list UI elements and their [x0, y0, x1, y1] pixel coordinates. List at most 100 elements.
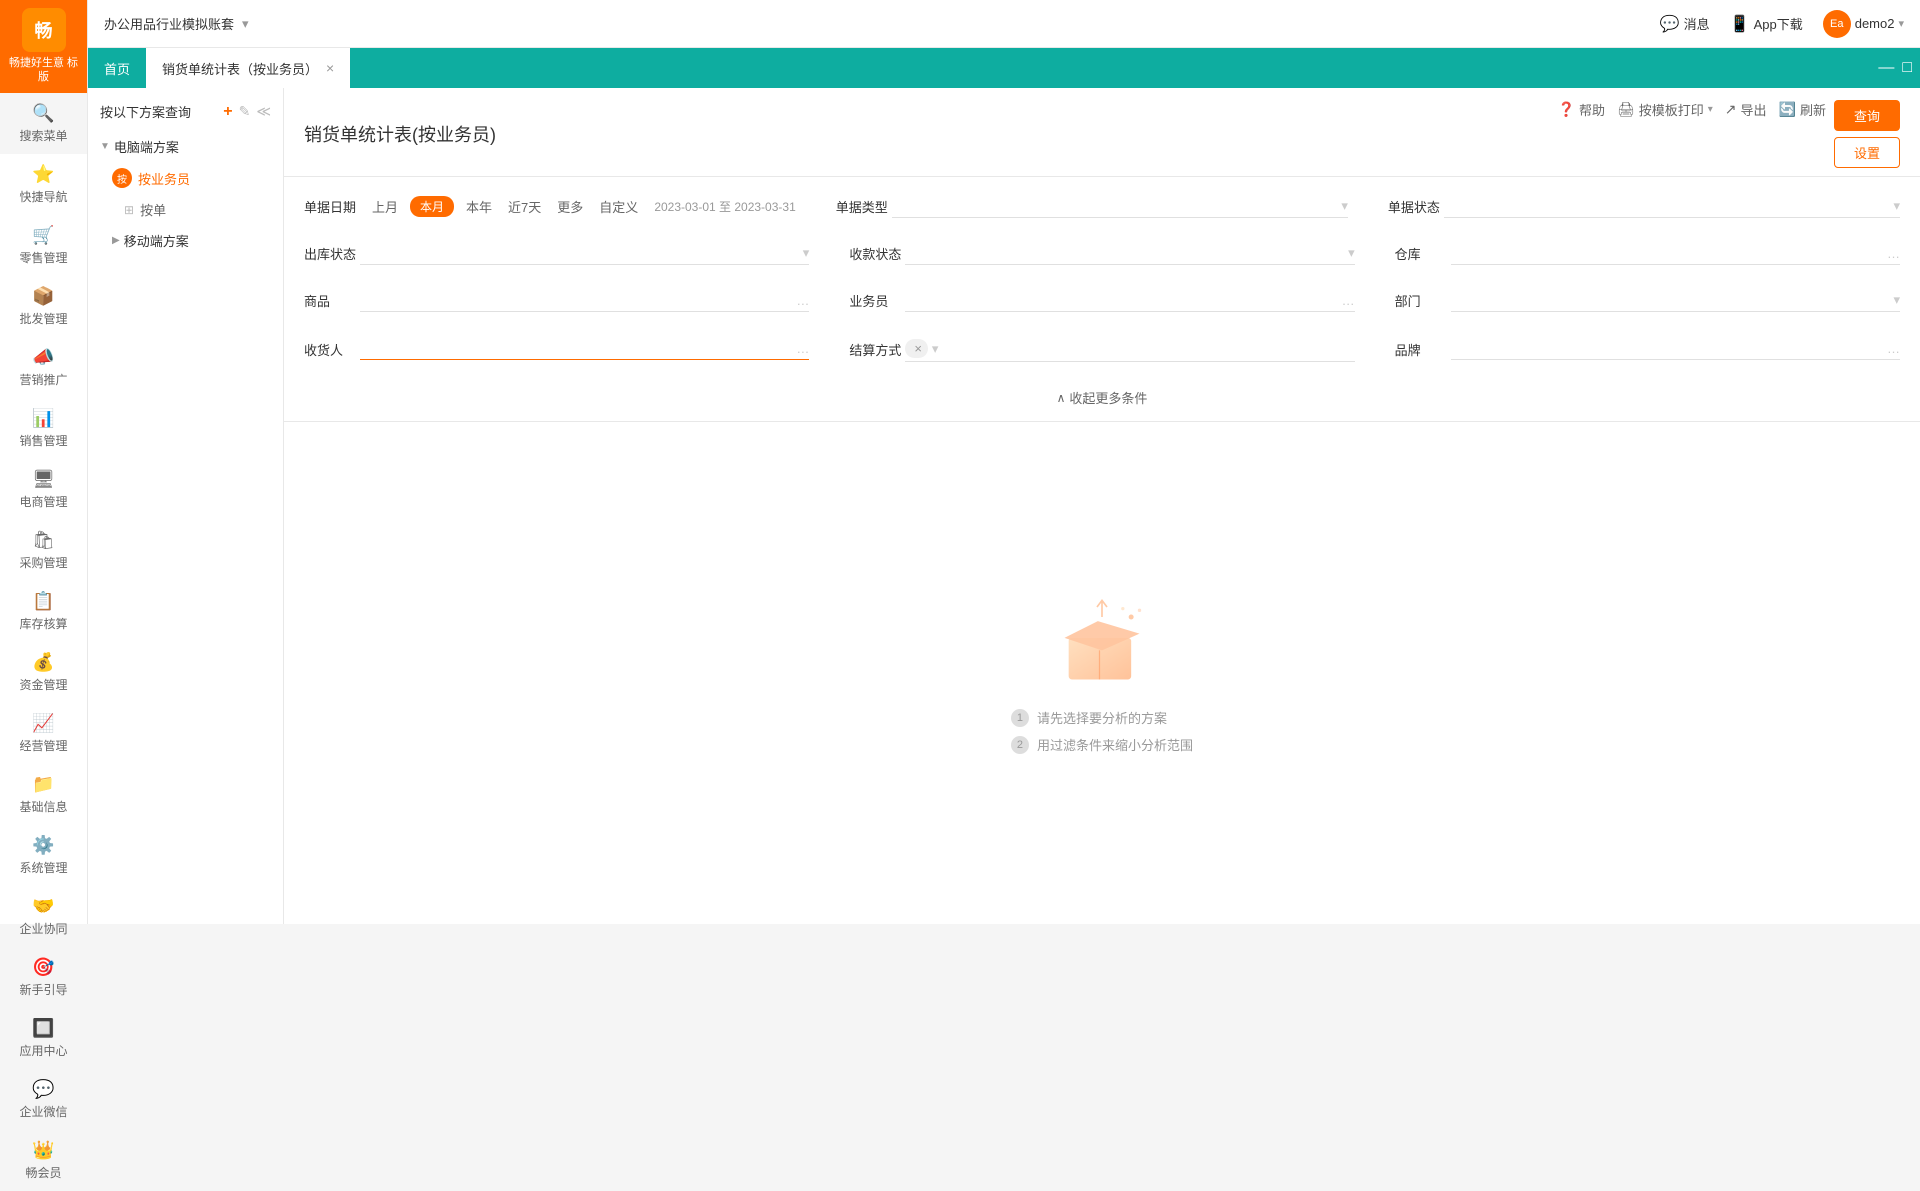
mobile-group-header[interactable]: ▶ 移动端方案 — [88, 225, 283, 256]
receipt-status-arrow-icon[interactable]: ▾ — [1348, 245, 1355, 261]
date-tab-last-month[interactable]: 上月 — [368, 195, 402, 218]
sidebar-item-wholesale[interactable]: 📦 批发管理 — [0, 276, 87, 337]
settings-button[interactable]: 设置 — [1834, 137, 1900, 168]
export-button[interactable]: ↗ 导出 — [1725, 100, 1767, 119]
sidebar-item-inventory[interactable]: 📋 库存核算 — [0, 581, 87, 642]
receipt-status-field[interactable] — [905, 246, 1344, 261]
sidebar-item-member[interactable]: 👑 畅会员 — [0, 1130, 87, 1191]
sidebar-item-apps[interactable]: 🔲 应用中心 — [0, 1008, 87, 1069]
payment-tag-close-icon[interactable]: × — [914, 341, 922, 356]
plan-item-salesman[interactable]: 按 按业务员 — [88, 162, 283, 194]
tab-active[interactable]: 销货单统计表（按业务员） × — [146, 48, 350, 88]
user-dropdown-icon: ▾ — [1898, 17, 1904, 30]
payment-input[interactable]: × ▾ — [905, 336, 1354, 362]
doc-type-arrow-icon[interactable]: ▾ — [1341, 198, 1348, 214]
doc-type-field[interactable] — [892, 199, 1338, 214]
tab-maximize-icon[interactable]: □ — [1902, 59, 1912, 77]
inventory-icon: 📋 — [32, 591, 54, 612]
sidebar-item-system[interactable]: ⚙️ 系统管理 — [0, 825, 87, 886]
user-menu[interactable]: Ea demo2 ▾ — [1823, 10, 1904, 38]
sidebar-item-operation[interactable]: 📈 经营管理 — [0, 703, 87, 764]
warehouse-field[interactable] — [1451, 246, 1883, 261]
out-status-arrow-icon[interactable]: ▾ — [803, 245, 810, 261]
date-tab-this-year[interactable]: 本年 — [462, 195, 496, 218]
consignee-field[interactable] — [360, 341, 792, 356]
help-button[interactable]: ❓ 帮助 — [1558, 100, 1605, 119]
doc-status-arrow-icon[interactable]: ▾ — [1893, 198, 1900, 214]
receipt-status-label: 收款状态 — [849, 244, 905, 263]
product-field[interactable] — [360, 293, 792, 308]
sidebar-item-purchase[interactable]: 🛍 采购管理 — [0, 520, 87, 581]
edit-plan-icon[interactable]: ✎ — [239, 103, 251, 120]
product-more-icon[interactable]: … — [796, 293, 809, 308]
out-status-field[interactable] — [360, 246, 799, 261]
page-title: 销货单统计表(按业务员) — [304, 121, 496, 147]
doc-status-input[interactable]: ▾ — [1444, 195, 1900, 218]
sidebar-logo[interactable]: 畅 畅捷好生意 标版 — [0, 0, 87, 93]
page-title-actions: ❓ 帮助 🖨 按模板打印 ▾ ↗ 导出 🔄 — [1558, 100, 1826, 119]
query-button[interactable]: 查询 — [1834, 100, 1900, 131]
salesman-field[interactable] — [905, 293, 1337, 308]
page-container: 按以下方案查询 + ✎ ≪ ▼ 电脑端方案 按 按业务员 — [88, 88, 1920, 924]
sidebar-label-search: 搜索菜单 — [19, 127, 67, 144]
app-download-button[interactable]: 📱 App下载 — [1730, 14, 1803, 34]
sidebar-item-retail[interactable]: 🛒 零售管理 — [0, 215, 87, 276]
warehouse-more-icon[interactable]: … — [1887, 246, 1900, 261]
collapse-panel-icon[interactable]: ≪ — [256, 103, 271, 120]
plan-item-order[interactable]: ⊞ 按单 — [88, 194, 283, 225]
sidebar-item-finance[interactable]: 💰 资金管理 — [0, 642, 87, 703]
doc-type-label: 单据类型 — [836, 197, 892, 216]
left-panel: 按以下方案查询 + ✎ ≪ ▼ 电脑端方案 按 按业务员 — [88, 88, 284, 924]
tab-minimize-icon[interactable]: — — [1878, 59, 1894, 77]
warehouse-input[interactable]: … — [1451, 243, 1900, 265]
consignee-label: 收货人 — [304, 340, 360, 359]
brand-input[interactable]: … — [1451, 338, 1900, 360]
sidebar-item-ecommerce[interactable]: 🖥 电商管理 — [0, 459, 87, 520]
tab-close-icon[interactable]: × — [326, 60, 334, 76]
date-tabs: 上月 本月 本年 近7天 更多 自定义 — [368, 195, 642, 218]
breadcrumb-arrow-icon[interactable]: ▾ — [242, 16, 249, 32]
print-button[interactable]: 🖨 按模板打印 ▾ — [1617, 100, 1713, 119]
department-arrow-icon[interactable]: ▾ — [1893, 292, 1900, 308]
tab-home[interactable]: 首页 — [88, 48, 146, 88]
date-tab-this-month[interactable]: 本月 — [410, 196, 454, 217]
doc-type-input[interactable]: ▾ — [892, 195, 1348, 218]
brand-more-icon[interactable]: … — [1887, 341, 1900, 356]
payment-arrow-icon[interactable]: ▾ — [932, 341, 939, 357]
breadcrumb: 办公用品行业模拟账套 ▾ — [104, 14, 249, 33]
refresh-button[interactable]: 🔄 刷新 — [1779, 100, 1826, 119]
out-status-input[interactable]: ▾ — [360, 242, 809, 265]
sidebar-item-search[interactable]: 🔍 搜索菜单 — [0, 93, 87, 154]
page-title-bar: 销货单统计表(按业务员) ❓ 帮助 🖨 按模板打印 ▾ ↗ — [284, 88, 1920, 177]
add-plan-icon[interactable]: + — [223, 103, 232, 121]
sidebar-item-marketing[interactable]: 📣 营销推广 — [0, 337, 87, 398]
date-tab-more[interactable]: 更多 — [553, 195, 587, 218]
salesman-more-icon[interactable]: … — [1342, 293, 1355, 308]
department-field[interactable] — [1451, 293, 1890, 308]
refresh-icon: 🔄 — [1779, 101, 1796, 118]
consignee-input[interactable]: … — [360, 338, 809, 360]
doc-status-field[interactable] — [1444, 199, 1890, 214]
doc-type-filter: 单据类型 ▾ — [836, 187, 1348, 226]
payment-label: 结算方式 — [849, 340, 905, 359]
product-input[interactable]: … — [360, 290, 809, 312]
sidebar-item-wechat[interactable]: 💬 企业微信 — [0, 1069, 87, 1130]
sidebar-item-sales[interactable]: 📊 销售管理 — [0, 398, 87, 459]
salesman-input[interactable]: … — [905, 290, 1354, 312]
sidebar-item-basic[interactable]: 📁 基础信息 — [0, 764, 87, 825]
filter-row-4: 收货人 … 结算方式 × — [284, 320, 1920, 378]
date-tab-7days[interactable]: 近7天 — [504, 195, 545, 218]
brand-field[interactable] — [1451, 341, 1883, 356]
message-button[interactable]: 💬 消息 — [1660, 14, 1710, 34]
consignee-more-icon[interactable]: … — [796, 341, 809, 356]
sidebar-item-enterprise[interactable]: 🤝 企业协同 — [0, 886, 87, 947]
sidebar-item-newbie[interactable]: 🎯 新手引导 — [0, 947, 87, 1008]
logo-text: 畅捷好生意 标版 — [4, 56, 83, 85]
pc-group-header[interactable]: ▼ 电脑端方案 — [88, 131, 283, 162]
receipt-status-input[interactable]: ▾ — [905, 242, 1354, 265]
collapse-button[interactable]: ∧ 收起更多条件 — [304, 382, 1900, 413]
out-status-label: 出库状态 — [304, 244, 360, 263]
sidebar-item-quick[interactable]: ⭐ 快捷导航 — [0, 154, 87, 215]
date-tab-custom[interactable]: 自定义 — [595, 195, 642, 218]
department-input[interactable]: ▾ — [1451, 289, 1900, 312]
